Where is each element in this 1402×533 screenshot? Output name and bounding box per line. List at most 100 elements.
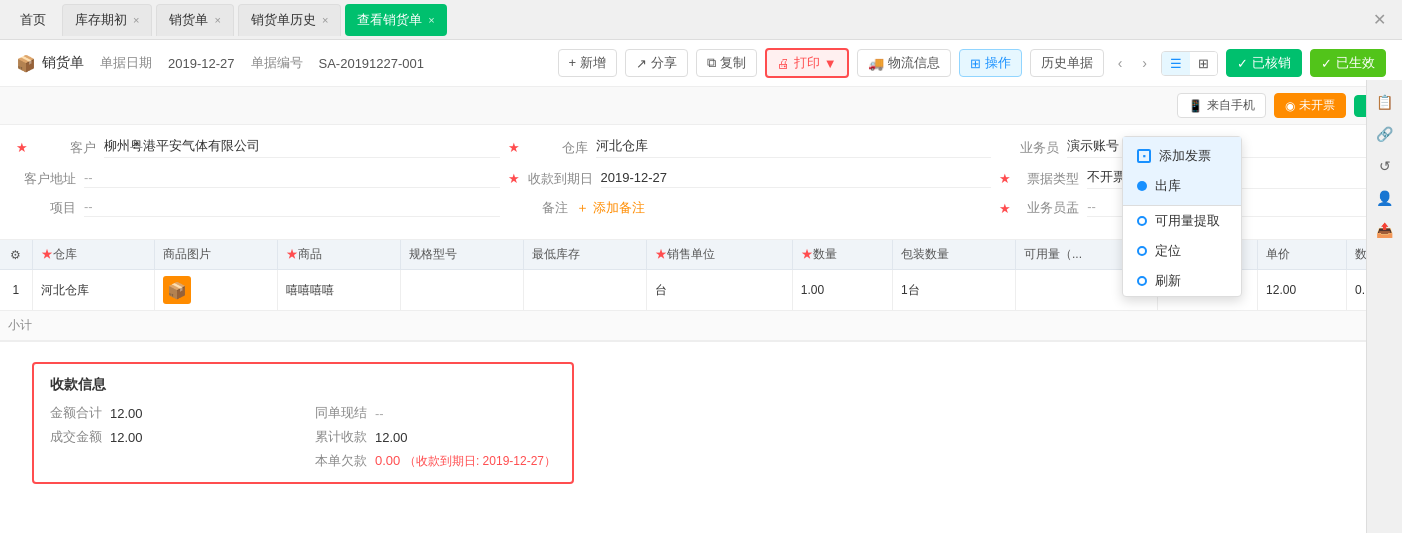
address-field: 客户地址 -- [16,170,500,188]
settlement-value: -- [375,406,384,421]
doc-date-label: 单据日期 [100,54,152,72]
due-date-label: 收款到期日 [528,170,593,188]
tab-inventory[interactable]: 库存期初 × [62,4,152,36]
ticket-label: 票据类型 [1019,170,1079,188]
print-icon: 🖨 [777,56,790,71]
dropdown-header: ▪ 添加发票 出库 [1123,137,1241,206]
col-min-stock: 最低库存 [524,240,647,270]
doc-type-label: 销货单 [42,54,84,72]
print-dropdown-arrow: ▼ [824,56,837,71]
dropdown-item-invoice[interactable]: ▪ 添加发票 [1123,141,1241,171]
salesperson-label: 业务员盂 [1019,199,1079,217]
subtotal-row: 小计 [0,311,1402,341]
new-button[interactable]: + 新增 [558,49,617,77]
tab-label-inventory: 库存期初 [75,11,127,29]
note-field[interactable]: 备注 ＋ 添加备注 [508,199,992,217]
tab-label-view: 查看销货单 [357,11,422,29]
locate-dot [1137,246,1147,256]
address-value: -- [84,170,500,188]
tab-view-sales[interactable]: 查看销货单 × [345,4,446,36]
project-field: 项目 -- [16,199,500,217]
customer-field: ★ 客户 柳州粤港平安气体有限公司 [16,137,500,158]
tab-close-history[interactable]: × [322,14,328,26]
available-label: 可用量提取 [1155,212,1220,230]
subtotal-label: 小计 [0,311,1402,341]
warehouse-label: 仓库 [528,139,588,157]
tab-bar: 首页 库存期初 × 销货单 × 销货单历史 × 查看销货单 × ✕ [0,0,1402,40]
settlement-label: 同单现结 [315,404,367,422]
tab-home[interactable]: 首页 [8,4,58,36]
balance-value: 0.00 （收款到期日: 2019-12-27） [375,453,556,470]
operate-button[interactable]: ⊞ 操作 [959,49,1022,77]
view-grid[interactable]: ⊞ [1190,52,1217,75]
total-label: 金额合计 [50,404,102,422]
product-image: 📦 [163,276,191,304]
sidebar-clipboard-icon[interactable]: 📋 [1371,88,1399,116]
effective-button[interactable]: ✓ 已生效 [1310,49,1386,77]
doc-header: 📦 销货单 单据日期 2019-12-27 单据编号 SA-20191227-0… [0,40,1402,87]
balance-row: 本单欠款 0.00 （收款到期日: 2019-12-27） [315,452,556,470]
col-spec: 规格型号 [401,240,524,270]
add-note-button[interactable]: ＋ 添加备注 [576,199,645,217]
transaction-value: 12.00 [110,430,143,445]
available-dot [1137,216,1147,226]
project-value: -- [84,199,500,217]
project-label: 项目 [16,199,76,217]
col-price: 单价 [1258,240,1347,270]
row-warehouse: 河北仓库 [32,270,155,311]
logistics-button[interactable]: 🚚 物流信息 [857,49,951,77]
doc-number-label: 单据编号 [251,54,303,72]
tab-sales[interactable]: 销货单 × [156,4,233,36]
dropdown-item-refresh[interactable]: 刷新 [1123,266,1241,296]
col-image: 商品图片 [155,240,278,270]
tab-close-view[interactable]: × [428,14,434,26]
nav-next[interactable]: › [1136,51,1153,75]
window-close-button[interactable]: ✕ [1365,6,1394,33]
customer-value: 柳州粤港平安气体有限公司 [104,137,500,158]
outbound-dot [1137,181,1147,191]
due-date-value: 2019-12-27 [601,170,992,188]
row-image: 📦 [155,270,278,311]
copy-icon: ⧉ [707,55,716,71]
history-button[interactable]: 历史单据 [1030,49,1104,77]
due-date-field: ★ 收款到期日 2019-12-27 [508,170,992,188]
row-index: 1 [0,270,32,311]
total-value: 12.00 [110,406,143,421]
tab-close-sales[interactable]: × [214,14,220,26]
tab-close-inventory[interactable]: × [133,14,139,26]
from-phone-button[interactable]: 📱 来自手机 [1177,93,1266,118]
right-sidebar: 📋 🔗 ↺ 👤 📤 ⤢ [1366,80,1402,533]
check-icon2: ✓ [1321,56,1332,71]
tab-label-home: 首页 [20,11,46,29]
doc-date-value: 2019-12-27 [168,56,235,71]
cancelled-button[interactable]: ✓ 已核销 [1226,49,1302,77]
payment-grid: 金额合计 12.00 同单现结 -- 成交金额 12.00 累计收款 12.00… [50,404,556,470]
plus-icon: ＋ [576,199,589,217]
secondary-bar: 📱 来自手机 ◉ 未开票 ✓ [0,87,1402,125]
sidebar-user-icon[interactable]: 👤 [1371,184,1399,212]
dropdown-item-locate[interactable]: 定位 [1123,236,1241,266]
share-icon: ↗ [636,56,647,71]
view-list[interactable]: ☰ [1162,52,1190,75]
print-button[interactable]: 🖨 打印 ▼ [765,48,849,78]
note-label: 备注 [508,199,568,217]
sidebar-export-icon[interactable]: 📤 [1371,216,1399,244]
dropdown-item-outbound[interactable]: 出库 [1123,171,1241,201]
staff-label: 业务员 [999,139,1059,157]
sidebar-refresh-icon[interactable]: ↺ [1371,152,1399,180]
copy-button[interactable]: ⧉ 复制 [696,49,757,77]
tab-sales-history[interactable]: 销货单历史 × [238,4,341,36]
doc-actions: + 新增 ↗ 分享 ⧉ 复制 🖨 打印 ▼ 🚚 物流信息 ⊞ 操作 [558,48,1386,78]
view-buttons: ☰ ⊞ [1161,51,1218,76]
dropdown-item-available[interactable]: 可用量提取 [1123,206,1241,236]
row-quantity: 1.00 [792,270,892,311]
address-label: 客户地址 [16,170,76,188]
check-icon: ✓ [1237,56,1248,71]
not-open-button[interactable]: ◉ 未开票 [1274,93,1346,118]
refresh-dot [1137,276,1147,286]
doc-meta: 单据日期 2019-12-27 单据编号 SA-20191227-001 [100,54,424,72]
share-button[interactable]: ↗ 分享 [625,49,688,77]
sidebar-link-icon[interactable]: 🔗 [1371,120,1399,148]
tab-label-sales: 销货单 [169,11,208,29]
nav-prev[interactable]: ‹ [1112,51,1129,75]
